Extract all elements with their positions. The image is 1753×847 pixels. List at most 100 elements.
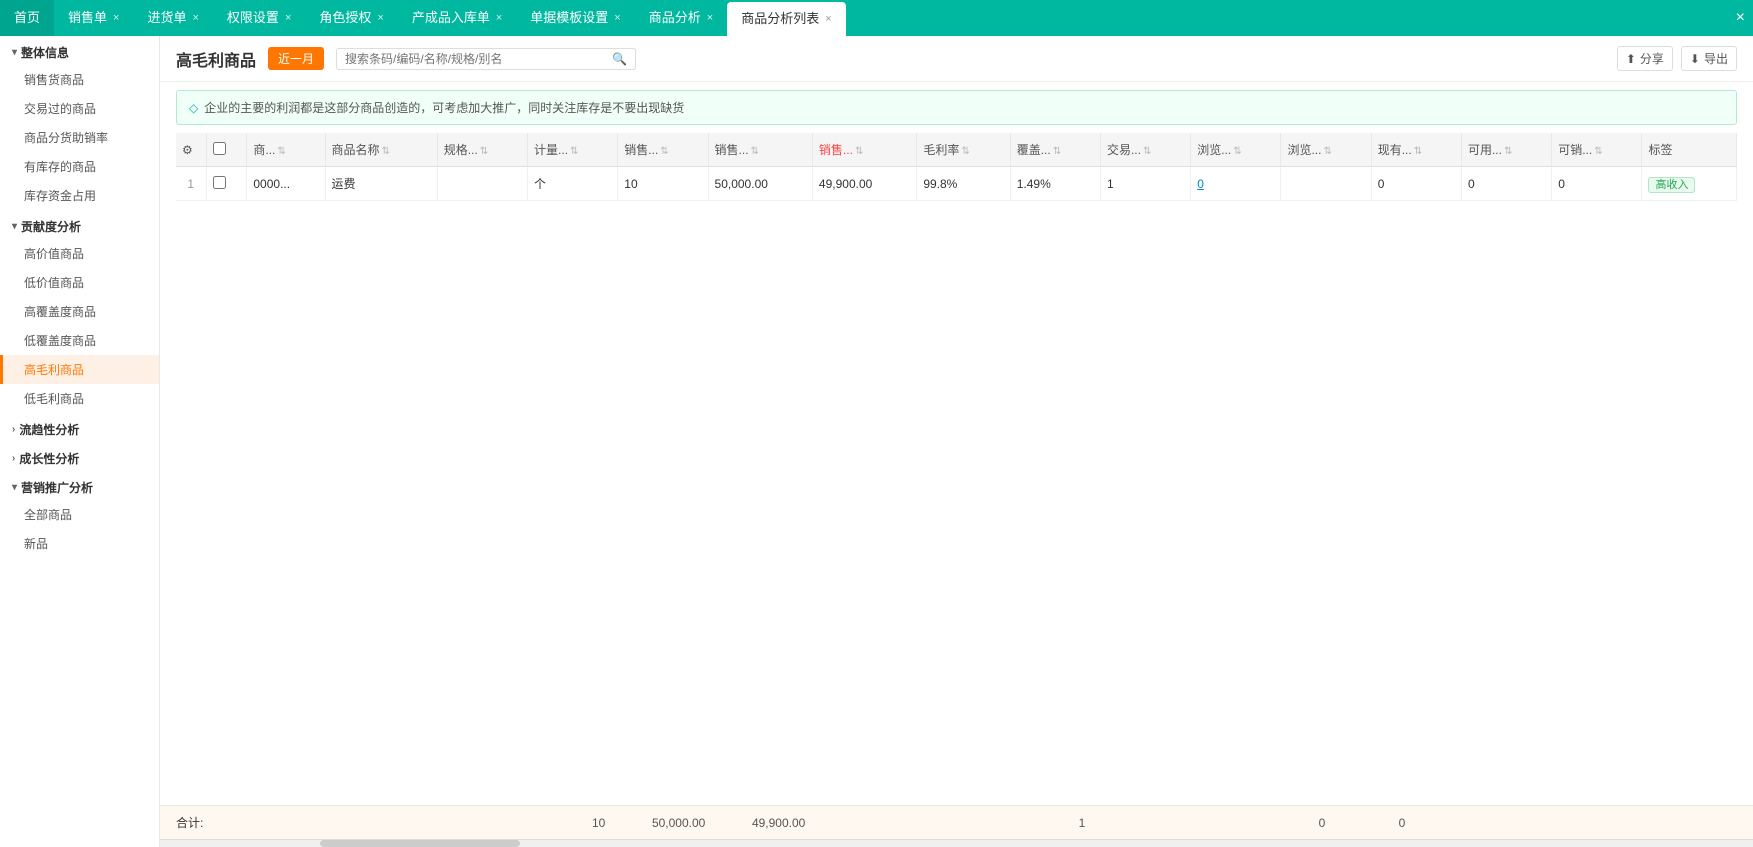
- nav-close-sales-order[interactable]: ×: [113, 0, 119, 36]
- horizontal-scrollbar[interactable]: [160, 839, 1753, 847]
- cell-sales-profit: 49,900.00: [812, 167, 916, 201]
- cell-coverage: 1.49%: [1010, 167, 1100, 201]
- col-views2[interactable]: 浏览...⇅: [1281, 133, 1371, 167]
- nav-close-product-analysis-list[interactable]: ×: [825, 1, 831, 37]
- arrow-icon: ›: [12, 453, 15, 464]
- cell-current-stock: 0: [1371, 167, 1461, 201]
- row-number: 1: [176, 167, 206, 201]
- col-tag[interactable]: 标签: [1642, 133, 1737, 167]
- nav-role-auth[interactable]: 角色授权 ×: [305, 0, 397, 36]
- nav-close-product-analysis[interactable]: ×: [707, 0, 713, 36]
- nav-close-role-auth[interactable]: ×: [377, 0, 383, 36]
- sidebar-item-low-coverage[interactable]: 低覆盖度商品: [0, 326, 159, 355]
- sidebar-group-overall[interactable]: ▾ 整体信息: [0, 36, 159, 65]
- col-unit[interactable]: 计量...⇅: [528, 133, 618, 167]
- table-footer: 合计: 10 50,000.00 49,900.00 1 0 0: [160, 805, 1753, 839]
- sidebar-item-all-goods[interactable]: 全部商品: [0, 500, 159, 529]
- sidebar-item-high-value[interactable]: 高价值商品: [0, 239, 159, 268]
- tag-badge: 高收入: [1648, 177, 1695, 193]
- footer-sales-profit: 49,900.00: [711, 816, 811, 830]
- col-available-stock[interactable]: 可用...⇅: [1461, 133, 1551, 167]
- nav-permission-settings[interactable]: 权限设置 ×: [213, 0, 305, 36]
- sidebar-item-high-coverage[interactable]: 高覆盖度商品: [0, 297, 159, 326]
- nav-product-inbound[interactable]: 产成品入库单 ×: [398, 0, 516, 36]
- arrow-icon: ▾: [12, 221, 17, 232]
- sort-icon: ⇅: [855, 146, 863, 157]
- col-coverage[interactable]: 覆盖...⇅: [1010, 133, 1100, 167]
- col-name[interactable]: 商品名称⇅: [325, 133, 437, 167]
- nav-product-analysis[interactable]: 商品分析 ×: [635, 0, 727, 36]
- search-box: 🔍: [336, 48, 636, 70]
- sort-icon: ⇅: [1143, 146, 1151, 157]
- row-select-checkbox[interactable]: [213, 176, 226, 189]
- filter-recent-month-button[interactable]: 近一月: [268, 47, 324, 70]
- nav-close-purchase-order[interactable]: ×: [192, 0, 198, 36]
- sidebar-group-trend[interactable]: › 流趋性分析: [0, 413, 159, 442]
- sidebar-item-low-margin[interactable]: 低毛利商品: [0, 384, 159, 413]
- scrollbar-thumb[interactable]: [320, 840, 520, 847]
- cell-views1[interactable]: 0: [1191, 167, 1281, 201]
- nav-sales-order[interactable]: 销售单 ×: [54, 0, 133, 36]
- sidebar-item-high-margin[interactable]: 高毛利商品: [0, 355, 159, 384]
- nav-close-template-settings[interactable]: ×: [614, 0, 620, 36]
- sort-icon: ⇅: [1233, 146, 1241, 157]
- select-all-checkbox[interactable]: [213, 142, 226, 155]
- main-layout: « ▾ 整体信息 销售货商品 交易过的商品 商品分货助销率 有库存的商品 库存资…: [0, 36, 1753, 847]
- nav-home[interactable]: 首页: [0, 0, 54, 36]
- sidebar-item-low-value[interactable]: 低价值商品: [0, 268, 159, 297]
- col-settings[interactable]: ⚙: [176, 133, 206, 167]
- share-button[interactable]: ⬆ 分享: [1617, 46, 1673, 71]
- col-sales-profit[interactable]: 销售...⇅: [812, 133, 916, 167]
- sidebar-group-contribution[interactable]: ▾ 贡献度分析: [0, 210, 159, 239]
- info-text: 企业的主要的利润都是这部分商品创造的，可考虑加大推广，同时关注库存是不要出现缺货: [204, 99, 684, 116]
- col-spec[interactable]: 规格...⇅: [437, 133, 527, 167]
- footer-cells: 10 50,000.00 49,900.00 1 0 0: [211, 816, 1737, 830]
- page-title: 高毛利商品: [176, 47, 256, 71]
- col-saleable-stock[interactable]: 可销...⇅: [1552, 133, 1642, 167]
- sort-icon: ⇅: [751, 146, 759, 157]
- sort-icon: ⇅: [1414, 146, 1422, 157]
- sidebar-item-stock-capital[interactable]: 库存资金占用: [0, 181, 159, 210]
- sort-icon: ⇅: [1504, 146, 1512, 157]
- col-gross-margin[interactable]: 毛利率⇅: [917, 133, 1010, 167]
- search-input[interactable]: [345, 52, 612, 66]
- settings-icon[interactable]: ⚙: [182, 143, 193, 157]
- share-icon: ⬆: [1626, 52, 1636, 66]
- nav-close-permission-settings[interactable]: ×: [285, 0, 291, 36]
- sidebar-item-sales-goods[interactable]: 销售货商品: [0, 65, 159, 94]
- sidebar-toggle-button[interactable]: «: [159, 422, 160, 462]
- nav-product-analysis-list[interactable]: 商品分析列表 ×: [727, 2, 845, 36]
- sidebar-item-in-stock-goods[interactable]: 有库存的商品: [0, 152, 159, 181]
- footer-available-stock: 0: [1331, 816, 1411, 830]
- top-navigation: 首页 销售单 × 进货单 × 权限设置 × 角色授权 × 产成品入库单 × 单据…: [0, 0, 1753, 36]
- sidebar-item-traded-goods[interactable]: 交易过的商品: [0, 94, 159, 123]
- col-sales-amount[interactable]: 销售...⇅: [708, 133, 812, 167]
- export-button[interactable]: ⬇ 导出: [1681, 46, 1737, 71]
- cell-gross-margin: 99.8%: [917, 167, 1010, 201]
- sidebar-group-growth[interactable]: › 成长性分析: [0, 442, 159, 471]
- col-transactions[interactable]: 交易...⇅: [1100, 133, 1190, 167]
- arrow-icon: ▾: [12, 47, 17, 58]
- sidebar-group-marketing[interactable]: ▾ 营销推广分析: [0, 471, 159, 500]
- sidebar: « ▾ 整体信息 销售货商品 交易过的商品 商品分货助销率 有库存的商品 库存资…: [0, 36, 160, 847]
- col-sales-qty[interactable]: 销售...⇅: [618, 133, 708, 167]
- sort-icon: ⇅: [961, 146, 969, 157]
- nav-purchase-order[interactable]: 进货单 ×: [133, 0, 212, 36]
- sort-icon: ⇅: [480, 146, 488, 157]
- sort-icon: ⇅: [660, 146, 668, 157]
- col-code[interactable]: 商...⇅: [247, 133, 325, 167]
- table-row: 1 0000... 运费 个 10 50,000.00 49,900.00 99…: [176, 167, 1737, 201]
- sidebar-item-new-goods[interactable]: 新品: [0, 529, 159, 558]
- close-all-tabs-button[interactable]: ×: [1736, 9, 1745, 27]
- arrow-icon: ▾: [12, 482, 17, 493]
- nav-close-product-inbound[interactable]: ×: [496, 0, 502, 36]
- col-views1[interactable]: 浏览...⇅: [1191, 133, 1281, 167]
- footer-transactions: 1: [1011, 816, 1091, 830]
- nav-template-settings[interactable]: 单据模板设置 ×: [516, 0, 634, 36]
- search-icon[interactable]: 🔍: [612, 52, 627, 66]
- sidebar-item-goods-assist-rate[interactable]: 商品分货助销率: [0, 123, 159, 152]
- row-checkbox[interactable]: [206, 167, 247, 201]
- table-wrapper[interactable]: ⚙ 商...⇅ 商品名称⇅ 规格...⇅ 计量...⇅ 销售...⇅ 销售...…: [160, 133, 1753, 805]
- col-current-stock[interactable]: 现有...⇅: [1371, 133, 1461, 167]
- col-checkbox[interactable]: [206, 133, 247, 167]
